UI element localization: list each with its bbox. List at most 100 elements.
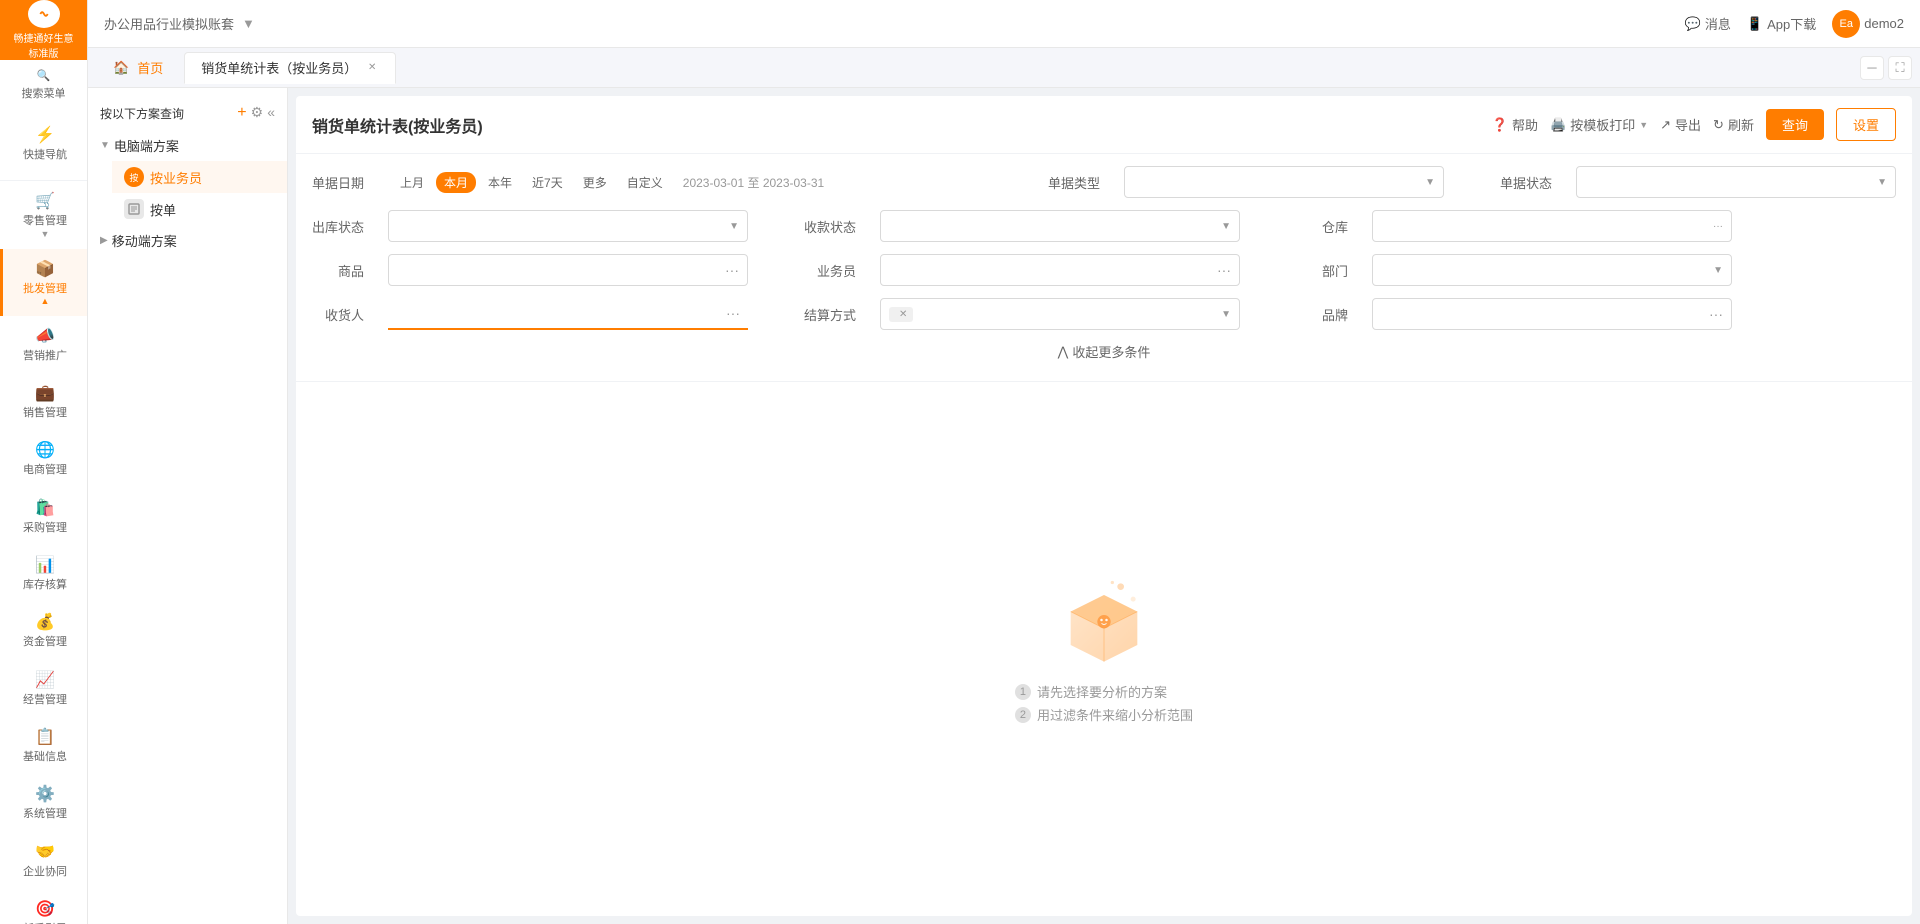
date-label: 单据日期 [312,173,372,192]
export-button[interactable]: ↗ 导出 [1660,115,1701,134]
sidebar-item-system[interactable]: ⚙️ 系统管理 [0,774,87,831]
tree-desktop[interactable]: ▼ 电脑端方案 [88,130,287,161]
refresh-label: 刷新 [1728,115,1754,134]
finance-label: 资金管理 [23,635,67,649]
payment-label: 结算方式 [804,305,864,324]
dept-select[interactable]: ▼ [1372,254,1732,286]
phone-icon: 📱 [1747,16,1763,32]
date-control: 上月 本月 本年 近7天 更多 自定义 2023-03-01 至 2023-03… [388,172,992,193]
sidebar-item-wholesale[interactable]: 📦 批发管理 ▲ [0,249,87,316]
ecom-icon: 🌐 [35,440,55,460]
sidebar-item-shortcut[interactable]: ⚡ 快捷导航 [0,115,87,172]
brand-control[interactable]: ··· [1372,298,1732,330]
hint-num-1: 1 [1015,684,1031,700]
payment-tag: ✕ [889,307,913,322]
collapse-filters-button[interactable]: ⋀ 收起更多条件 [312,342,1896,361]
settings-scheme-button[interactable]: ⚙ [251,104,264,122]
sidebar-item-purchase[interactable]: 🛍️ 采购管理 [0,488,87,545]
filter-row-3: 商品 ··· 业务员 ··· 部门 ▼ [312,254,1896,286]
date-tab-this-month[interactable]: 本月 [436,172,476,193]
tab-home[interactable]: 🏠 首页 [96,52,180,84]
sidebar-search-label: 搜索菜单 [22,85,66,101]
print-button[interactable]: 🖨️ 按模板打印 ▼ [1550,115,1648,134]
date-tab-last-month[interactable]: 上月 [392,172,432,193]
main-panel: 销货单统计表(按业务员) ❓ 帮助 🖨️ 按模板打印 ▼ ↗ 导出 [296,96,1912,916]
avatar-initials: Ea [1840,18,1853,30]
ecom-label: 电商管理 [23,463,67,477]
doc-type-select[interactable]: ▼ [1124,166,1444,198]
sidebar-item-sales[interactable]: 💼 销售管理 [0,373,87,430]
filter-section: 单据日期 上月 本月 本年 近7天 更多 自定义 2023-03-01 至 20… [296,154,1912,382]
payment-tag-close[interactable]: ✕ [899,309,907,320]
sidebar-item-inventory[interactable]: 📊 库存核算 [0,545,87,602]
sidebar-logo[interactable]: 畅捷通好生意 标准版 [0,0,88,60]
tabs-maximize-button[interactable]: ⛶ [1888,56,1912,80]
message-icon: 💬 [1685,16,1701,32]
app-download-button[interactable]: 📱 App下载 [1747,14,1816,33]
tree-item-by-order[interactable]: 按单 [112,193,287,225]
goods-control[interactable]: ··· [388,254,748,286]
sidebar-item-base[interactable]: 📋 基础信息 [0,717,87,774]
coop-icon: 🤝 [35,842,55,862]
empty-state: 1 请先选择要分析的方案 2 用过滤条件来缩小分析范围 [296,382,1912,916]
breadcrumb-dropdown-icon[interactable]: ▼ [242,16,255,31]
left-panel-header: 按以下方案查询 + ⚙ « [88,96,287,130]
empty-hint-1-text: 请先选择要分析的方案 [1037,682,1167,701]
filter-row-4: 收货人 ··· 结算方式 ✕ ▼ [312,298,1896,330]
date-tab-more[interactable]: 更多 [575,172,615,193]
pay-status-label: 收款状态 [804,217,864,236]
pay-status-select[interactable]: ▼ [880,210,1240,242]
message-button[interactable]: 💬 消息 [1685,14,1731,33]
sidebar-item-newbie[interactable]: 🎯 新手引导 [0,889,87,924]
payment-select[interactable]: ✕ ▼ [880,298,1240,330]
print-arrow: ▼ [1639,120,1648,130]
empty-hint-2-text: 用过滤条件来缩小分析范围 [1037,705,1193,724]
receiver-label: 收货人 [312,305,372,324]
export-label: 导出 [1675,115,1701,134]
logo-subtext: 标准版 [29,45,59,60]
sidebar-item-retail[interactable]: 🛒 零售管理 ▼ [0,181,87,248]
receiver-control[interactable]: ··· [388,298,748,330]
user-menu[interactable]: Ea demo2 [1832,10,1904,38]
date-tab-this-year[interactable]: 本年 [480,172,520,193]
date-tab-7days[interactable]: 近7天 [524,172,571,193]
tree-item-by-salesperson[interactable]: 按 按业务员 [112,161,287,193]
doc-status-arrow: ▼ [1877,177,1887,188]
wholesale-icon: 📦 [35,259,55,279]
retail-icon: 🛒 [35,191,55,211]
system-label: 系统管理 [23,807,67,821]
tabs-minimize-button[interactable]: ─ [1860,56,1884,80]
receiver-dots[interactable]: ··· [726,305,740,321]
doc-status-select[interactable]: ▼ [1576,166,1896,198]
salesperson-scheme-icon: 按 [124,167,144,187]
sidebar-item-ecom[interactable]: 🌐 电商管理 [0,430,87,487]
goods-dots[interactable]: ··· [725,262,739,278]
base-icon: 📋 [35,727,55,747]
salesperson-control[interactable]: ··· [880,254,1240,286]
help-icon: ❓ [1492,117,1508,133]
help-button[interactable]: ❓ 帮助 [1492,115,1538,134]
sidebar-item-marketing[interactable]: 📣 营销推广 [0,316,87,373]
sidebar-item-coop[interactable]: 🤝 企业协同 [0,832,87,889]
collapse-panel-button[interactable]: « [267,104,275,122]
inventory-label: 库存核算 [23,578,67,592]
warehouse-select[interactable]: ··· [1372,210,1732,242]
salesperson-dots[interactable]: ··· [1217,262,1231,278]
brand-dots[interactable]: ··· [1709,306,1723,322]
add-scheme-button[interactable]: + [237,104,246,122]
tab-close-button[interactable]: ✕ [365,61,379,75]
tree-mobile[interactable]: ▶ 移动端方案 [88,225,287,256]
sidebar-item-ops[interactable]: 📈 经营管理 [0,660,87,717]
settings-button[interactable]: 设置 [1836,108,1896,141]
query-button[interactable]: 查询 [1766,109,1824,140]
sidebar-shortcut: ⚡ 快捷导航 [0,107,87,181]
refresh-button[interactable]: ↻ 刷新 [1713,115,1754,134]
purchase-icon: 🛍️ [35,498,55,518]
shortcut-icon: ⚡ [35,125,55,145]
date-tab-custom[interactable]: 自定义 [619,172,671,193]
sidebar-search[interactable]: 🔍 搜索菜单 [0,60,87,107]
main-area: 办公用品行业模拟账套 ▼ 💬 消息 📱 App下载 Ea demo2 🏠 首页 [88,0,1920,924]
sidebar-item-finance[interactable]: 💰 资金管理 [0,602,87,659]
out-status-select[interactable]: ▼ [388,210,748,242]
tab-sales-stat[interactable]: 销货单统计表（按业务员） ✕ [184,52,396,84]
